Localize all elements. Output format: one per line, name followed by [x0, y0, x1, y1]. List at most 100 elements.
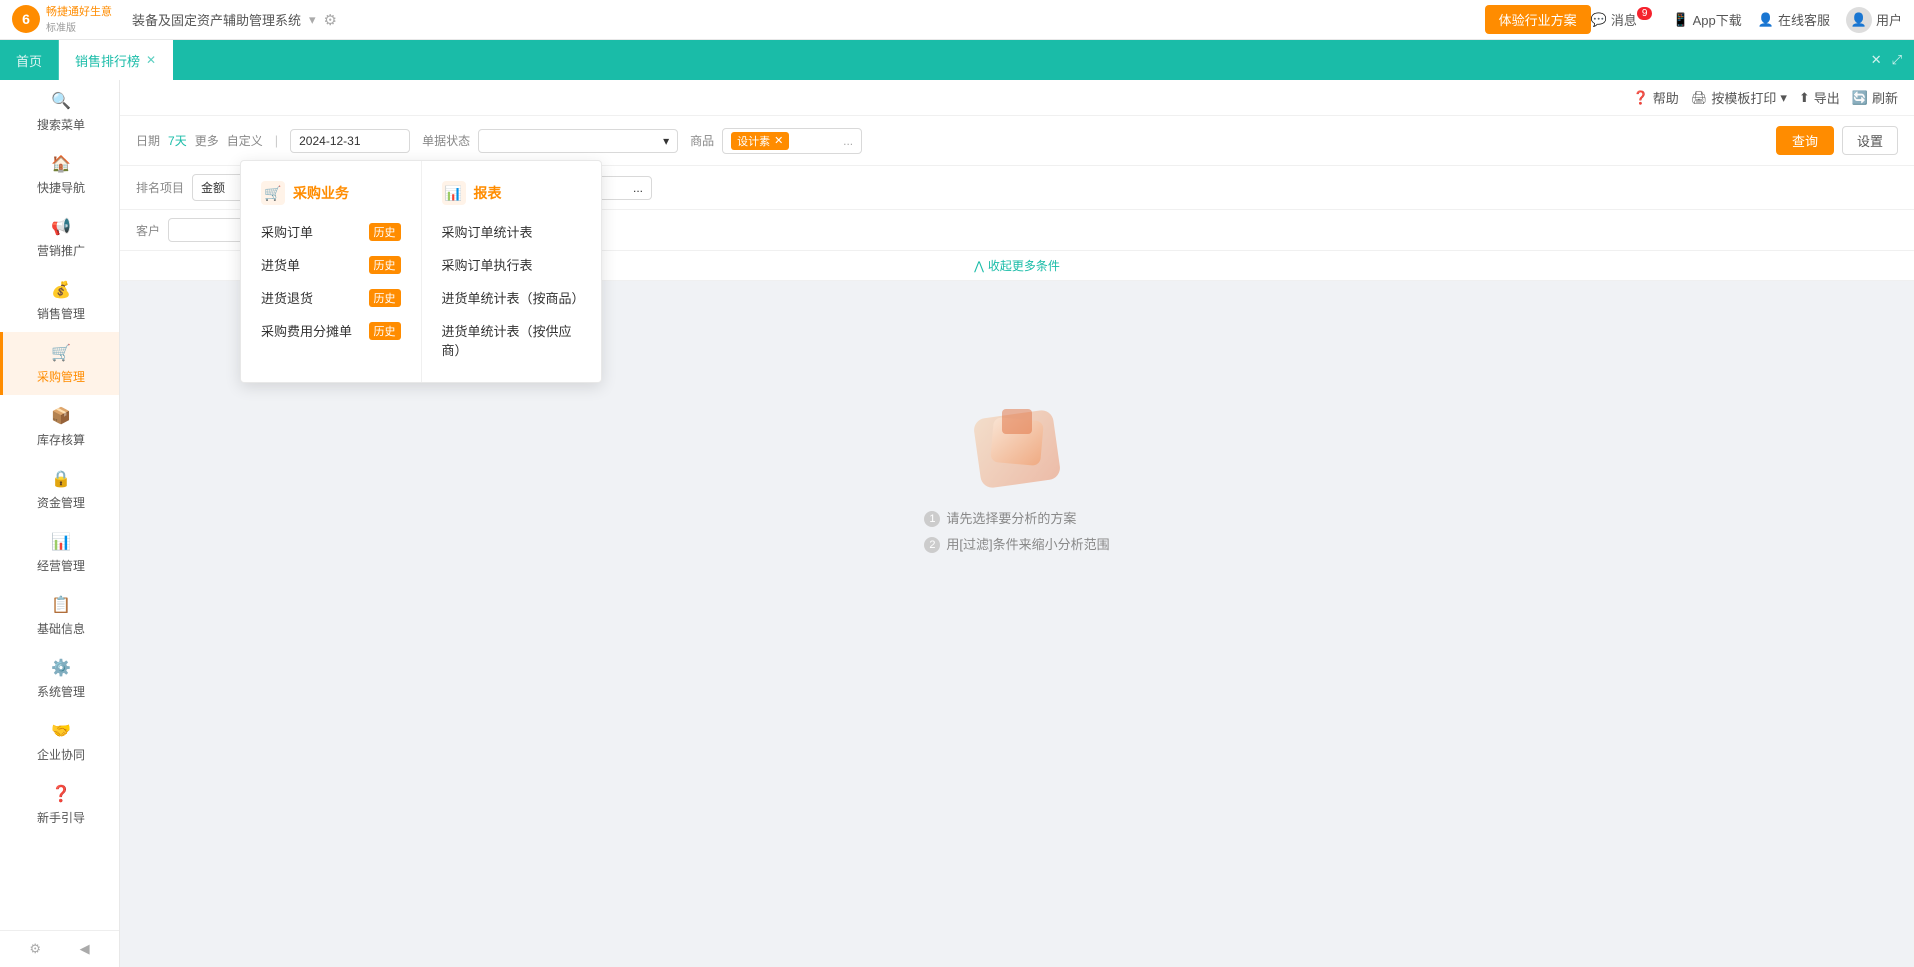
home-icon: 🏠 [50, 153, 72, 175]
headset-icon: 👤 [1758, 12, 1774, 28]
operations-icon: 📊 [50, 531, 72, 553]
sidebar-bottom: ⚙ ◀ [0, 930, 119, 967]
dropdown-menu: 🛒 采购业务 采购订单 历史 进货单 历史 进货退货 历史 采购费用分摊单 [240, 160, 602, 383]
tab-home-label: 首页 [16, 51, 42, 70]
system-icon: ⚙️ [50, 657, 72, 679]
sales-icon: 💰 [50, 279, 72, 301]
dropdown-item-purchase-fee[interactable]: 采购费用分摊单 历史 [241, 314, 421, 347]
po-exec-label: 采购订单执行表 [442, 255, 533, 274]
message-badge: 9 [1637, 7, 1653, 20]
dropdown-item-purchase-order[interactable]: 采购订单 历史 [241, 215, 421, 248]
tab-close-window-icon[interactable]: ✕ [1871, 52, 1882, 68]
avatar: 👤 [1846, 7, 1872, 33]
logo-text: 畅捷通好生意 [46, 5, 112, 19]
user-menu[interactable]: 👤 用户 [1846, 7, 1902, 33]
logo-area: 6 畅捷通好生意 标准版 [12, 5, 132, 34]
purchase-fee-label: 采购费用分摊单 [261, 321, 352, 340]
sidebar-item-basic[interactable]: 📋 基础信息 [0, 584, 119, 647]
purchase-order-history-badge: 历史 [369, 223, 401, 241]
sidebar-item-quick-nav-label: 快捷导航 [37, 179, 85, 196]
gear-icon[interactable]: ⚙ [324, 11, 337, 29]
settings-bottom-icon[interactable]: ⚙ [29, 941, 41, 957]
dropdown-purchase-title: 采购业务 [293, 183, 349, 203]
app-download-label: App下载 [1693, 10, 1742, 29]
purchase-fee-history-badge: 历史 [369, 322, 401, 340]
top-header: 6 畅捷通好生意 标准版 装备及固定资产辅助管理系统 ▾ ⚙ 体验行业方案 💬 … [0, 0, 1914, 40]
dropdown-purchase-icon: 🛒 [261, 181, 285, 205]
sidebar-item-system[interactable]: ⚙️ 系统管理 [0, 647, 119, 710]
purchase-order-label: 采购订单 [261, 222, 313, 241]
phone-icon: 📱 [1672, 12, 1688, 28]
purchase-icon: 🛒 [50, 342, 72, 364]
search-icon: 🔍 [50, 90, 72, 112]
logo-icon: 6 [12, 5, 40, 33]
dropdown-report-title: 报表 [474, 183, 502, 203]
sidebar-item-system-label: 系统管理 [37, 683, 85, 700]
stock-return-history-badge: 历史 [369, 289, 401, 307]
dropdown-col-report: 📊 报表 采购订单统计表 采购订单执行表 进货单统计表（按商品） 进货单统计表（… [422, 161, 602, 382]
stock-return-label: 进货退货 [261, 288, 313, 307]
tab-sales-rank[interactable]: 销售排行榜 ✕ [59, 40, 173, 80]
sidebar-item-search[interactable]: 🔍 搜索菜单 [0, 80, 119, 143]
dropdown-item-stock-return[interactable]: 进货退货 历史 [241, 281, 421, 314]
sidebar-item-sales-label: 销售管理 [37, 305, 85, 322]
sidebar-item-guide[interactable]: ❓ 新手引导 [0, 773, 119, 836]
dropdown-item-stock-in[interactable]: 进货单 历史 [241, 248, 421, 281]
enterprise-icon: 🤝 [50, 720, 72, 742]
dropdown-purchase-header: 🛒 采购业务 [241, 177, 421, 215]
inventory-icon: 📦 [50, 405, 72, 427]
header-right: 💬 消息 9 📱 App下载 👤 在线客服 👤 用户 [1591, 7, 1902, 33]
message-button[interactable]: 💬 消息 9 [1591, 10, 1657, 29]
chevron-down-icon[interactable]: ▾ [309, 12, 316, 28]
online-service-button[interactable]: 👤 在线客服 [1758, 10, 1830, 29]
sidebar-item-guide-label: 新手引导 [37, 809, 85, 826]
finance-icon: 🔒 [50, 468, 72, 490]
tab-maximize-icon[interactable]: ⤢ [1892, 52, 1902, 68]
sidebar-item-finance-label: 资金管理 [37, 494, 85, 511]
app-download-button[interactable]: 📱 App下载 [1672, 10, 1741, 29]
sidebar-item-enterprise[interactable]: 🤝 企业协同 [0, 710, 119, 773]
message-icon: 💬 [1591, 12, 1607, 28]
content-area: ❓ 帮助 🖨 按模板打印 ▾ ⬆ 导出 🔄 刷新 日期 7天 更多 [120, 80, 1914, 967]
tab-bar: 首页 销售排行榜 ✕ ✕ ⤢ [0, 40, 1914, 80]
marketing-icon: 📢 [50, 216, 72, 238]
main-layout: 🔍 搜索菜单 🏠 快捷导航 📢 营销推广 💰 销售管理 🛒 采购管理 📦 库存核… [0, 80, 1914, 967]
tab-sales-rank-label: 销售排行榜 [75, 51, 140, 70]
sidebar-item-purchase[interactable]: 🛒 采购管理 [0, 332, 119, 395]
po-stats-label: 采购订单统计表 [442, 222, 533, 241]
dropdown-report-header: 📊 报表 [422, 177, 602, 215]
system-title-text: 装备及固定资产辅助管理系统 [132, 10, 301, 29]
dropdown-item-stock-stats-supplier[interactable]: 进货单统计表（按供应商） [422, 314, 602, 366]
dropdown-item-po-exec[interactable]: 采购订单执行表 [422, 248, 602, 281]
sidebar-item-quick-nav[interactable]: 🏠 快捷导航 [0, 143, 119, 206]
sidebar-item-operations-label: 经营管理 [37, 557, 85, 574]
trial-button[interactable]: 体验行业方案 [1485, 5, 1591, 34]
guide-icon: ❓ [50, 783, 72, 805]
stock-in-label: 进货单 [261, 255, 300, 274]
dropdown-report-icon: 📊 [442, 181, 466, 205]
tab-bar-right: ✕ ⤢ [1871, 40, 1914, 80]
sidebar: 🔍 搜索菜单 🏠 快捷导航 📢 营销推广 💰 销售管理 🛒 采购管理 📦 库存核… [0, 80, 120, 967]
sidebar-item-marketing-label: 营销推广 [37, 242, 85, 259]
sidebar-item-finance[interactable]: 🔒 资金管理 [0, 458, 119, 521]
dropdown-col-purchase: 🛒 采购业务 采购订单 历史 进货单 历史 进货退货 历史 采购费用分摊单 [241, 161, 422, 382]
stock-stats-goods-label: 进货单统计表（按商品） [442, 288, 582, 307]
stock-in-history-badge: 历史 [369, 256, 401, 274]
sidebar-item-enterprise-label: 企业协同 [37, 746, 85, 763]
sidebar-item-search-label: 搜索菜单 [37, 116, 85, 133]
stock-stats-supplier-label: 进货单统计表（按供应商） [442, 321, 582, 359]
sidebar-item-marketing[interactable]: 📢 营销推广 [0, 206, 119, 269]
sidebar-item-basic-label: 基础信息 [37, 620, 85, 637]
tab-home[interactable]: 首页 [0, 40, 59, 80]
tab-close-icon[interactable]: ✕ [146, 53, 156, 67]
dropdown-item-po-stats[interactable]: 采购订单统计表 [422, 215, 602, 248]
system-title-area: 装备及固定资产辅助管理系统 ▾ ⚙ [132, 10, 1485, 29]
basic-icon: 📋 [50, 594, 72, 616]
collapse-sidebar-icon[interactable]: ◀ [80, 941, 90, 957]
sidebar-item-operations[interactable]: 📊 经营管理 [0, 521, 119, 584]
sidebar-item-inventory[interactable]: 📦 库存核算 [0, 395, 119, 458]
sidebar-item-sales[interactable]: 💰 销售管理 [0, 269, 119, 332]
sidebar-item-inventory-label: 库存核算 [37, 431, 85, 448]
dropdown-item-stock-stats-goods[interactable]: 进货单统计表（按商品） [422, 281, 602, 314]
user-label: 用户 [1876, 10, 1902, 29]
